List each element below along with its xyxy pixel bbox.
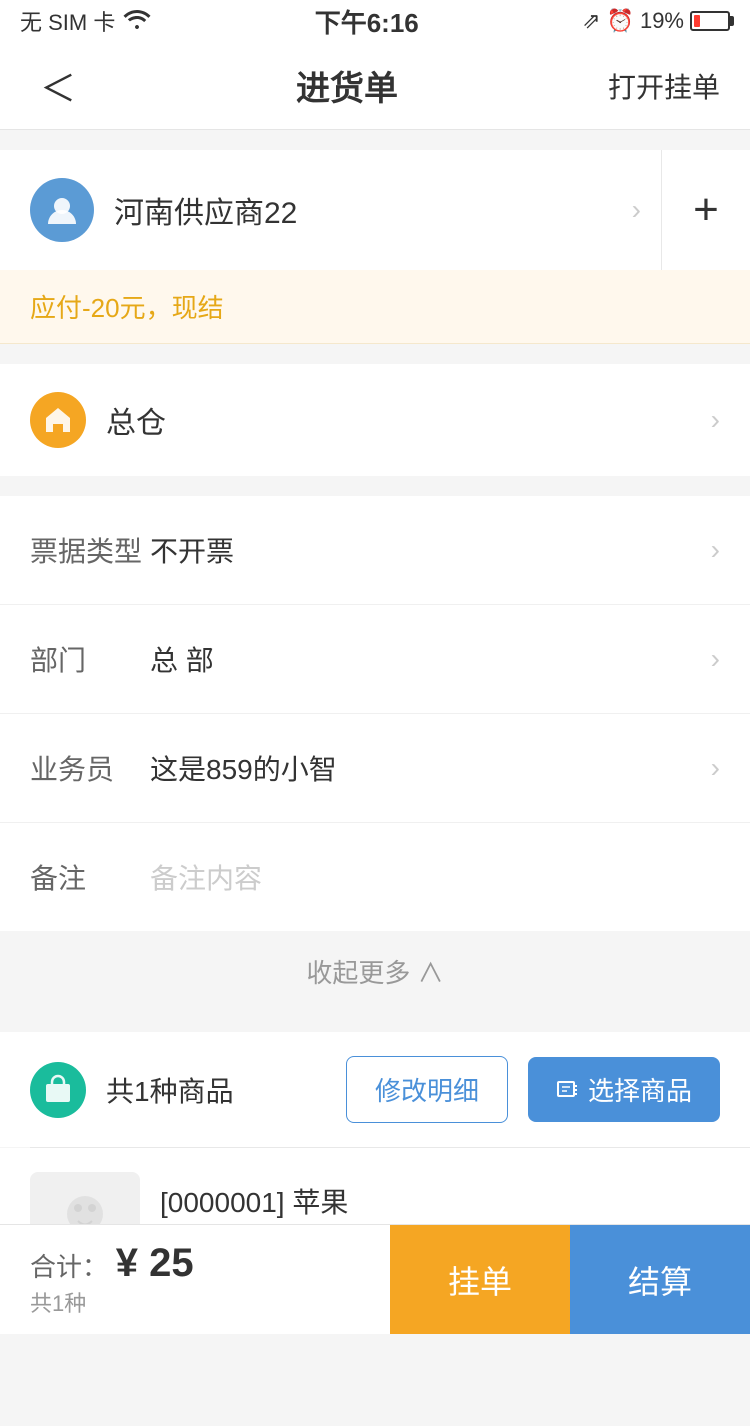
total-label: 合计：	[30, 1252, 108, 1282]
supplier-avatar	[30, 178, 94, 242]
notice-bar: 应付-20元，现结	[0, 270, 750, 344]
checkout-button[interactable]: 结算	[570, 1225, 750, 1334]
location-icon: ⇗	[582, 8, 600, 34]
total-row: 合计： ¥ 25	[30, 1241, 360, 1286]
supplier-section: 河南供应商22 › +	[0, 150, 750, 270]
remark-row[interactable]: 备注 备注内容	[0, 823, 750, 931]
remark-placeholder[interactable]: 备注内容	[150, 857, 720, 897]
products-icon	[30, 1062, 86, 1118]
invoice-value: 不开票	[150, 530, 701, 570]
products-count: 共1种商品	[106, 1070, 326, 1110]
warehouse-name: 总仓	[106, 398, 701, 442]
invoice-chevron-icon: ›	[711, 534, 720, 566]
supplier-select[interactable]: 河南供应商22 ›	[0, 150, 661, 270]
section-gap-4	[0, 1012, 750, 1032]
department-row[interactable]: 部门 总 部 ›	[0, 605, 750, 714]
total-amount: ¥ 25	[116, 1241, 194, 1285]
carrier-text: 无 SIM 卡	[20, 5, 115, 37]
total-count: 共1种	[30, 1286, 360, 1318]
section-gap-2	[0, 344, 750, 364]
supplier-name: 河南供应商22	[114, 188, 622, 232]
invoice-row[interactable]: 票据类型 不开票 ›	[0, 496, 750, 605]
battery-icon	[690, 11, 730, 31]
page-title: 进货单	[296, 61, 398, 110]
department-chevron-icon: ›	[711, 643, 720, 675]
notice-text: 应付-20元，现结	[30, 293, 224, 323]
warehouse-icon	[30, 392, 86, 448]
department-label: 部门	[30, 639, 150, 679]
products-header: 共1种商品 修改明细 选择商品	[0, 1032, 750, 1147]
salesperson-chevron-icon: ›	[711, 752, 720, 784]
select-product-button[interactable]: 选择商品	[528, 1057, 720, 1122]
product-title: 苹果	[292, 1187, 348, 1218]
supplier-chevron-icon: ›	[632, 194, 641, 226]
collapse-button[interactable]: 收起更多 ∧	[0, 931, 750, 1012]
alarm-icon: ⏰	[607, 8, 634, 34]
add-supplier-button[interactable]: +	[662, 150, 750, 270]
salesperson-row[interactable]: 业务员 这是859的小智 ›	[0, 714, 750, 823]
status-time: 下午6:16	[315, 3, 419, 40]
battery-fill	[694, 15, 700, 27]
hang-button[interactable]: 挂单	[390, 1225, 570, 1334]
department-value: 总 部	[150, 639, 701, 679]
edit-detail-button[interactable]: 修改明细	[346, 1056, 508, 1123]
warehouse-section[interactable]: 总仓 ›	[0, 364, 750, 476]
warehouse-chevron-icon: ›	[711, 404, 720, 436]
battery-percentage: 19%	[640, 8, 684, 34]
wifi-icon	[123, 7, 151, 35]
remark-label: 备注	[30, 857, 150, 897]
hang-button-label: 挂单	[448, 1257, 512, 1303]
product-name: [0000001] 苹果	[160, 1181, 648, 1221]
back-button[interactable]: ＜	[30, 50, 86, 122]
status-bar: 无 SIM 卡 下午6:16 ⇗ ⏰ 19%	[0, 0, 750, 42]
bottom-bar: 合计： ¥ 25 共1种 挂单 结算	[0, 1224, 750, 1334]
salesperson-value: 这是859的小智	[150, 748, 701, 788]
section-gap-3	[0, 476, 750, 496]
checkout-button-label: 结算	[628, 1257, 692, 1303]
nav-bar: ＜ 进货单 打开挂单	[0, 42, 750, 130]
form-section: 票据类型 不开票 › 部门 总 部 › 业务员 这是859的小智 › 备注 备注…	[0, 496, 750, 931]
invoice-label: 票据类型	[30, 530, 150, 570]
status-left: 无 SIM 卡	[20, 5, 151, 37]
salesperson-label: 业务员	[30, 748, 150, 788]
status-right: ⇗ ⏰ 19%	[582, 8, 730, 34]
open-pending-button[interactable]: 打开挂单	[608, 66, 720, 106]
collapse-label: 收起更多 ∧	[306, 958, 443, 988]
select-product-label: 选择商品	[588, 1071, 692, 1108]
product-code: [0000001]	[160, 1187, 292, 1218]
section-gap-1	[0, 130, 750, 150]
total-section: 合计： ¥ 25 共1种	[0, 1225, 390, 1334]
